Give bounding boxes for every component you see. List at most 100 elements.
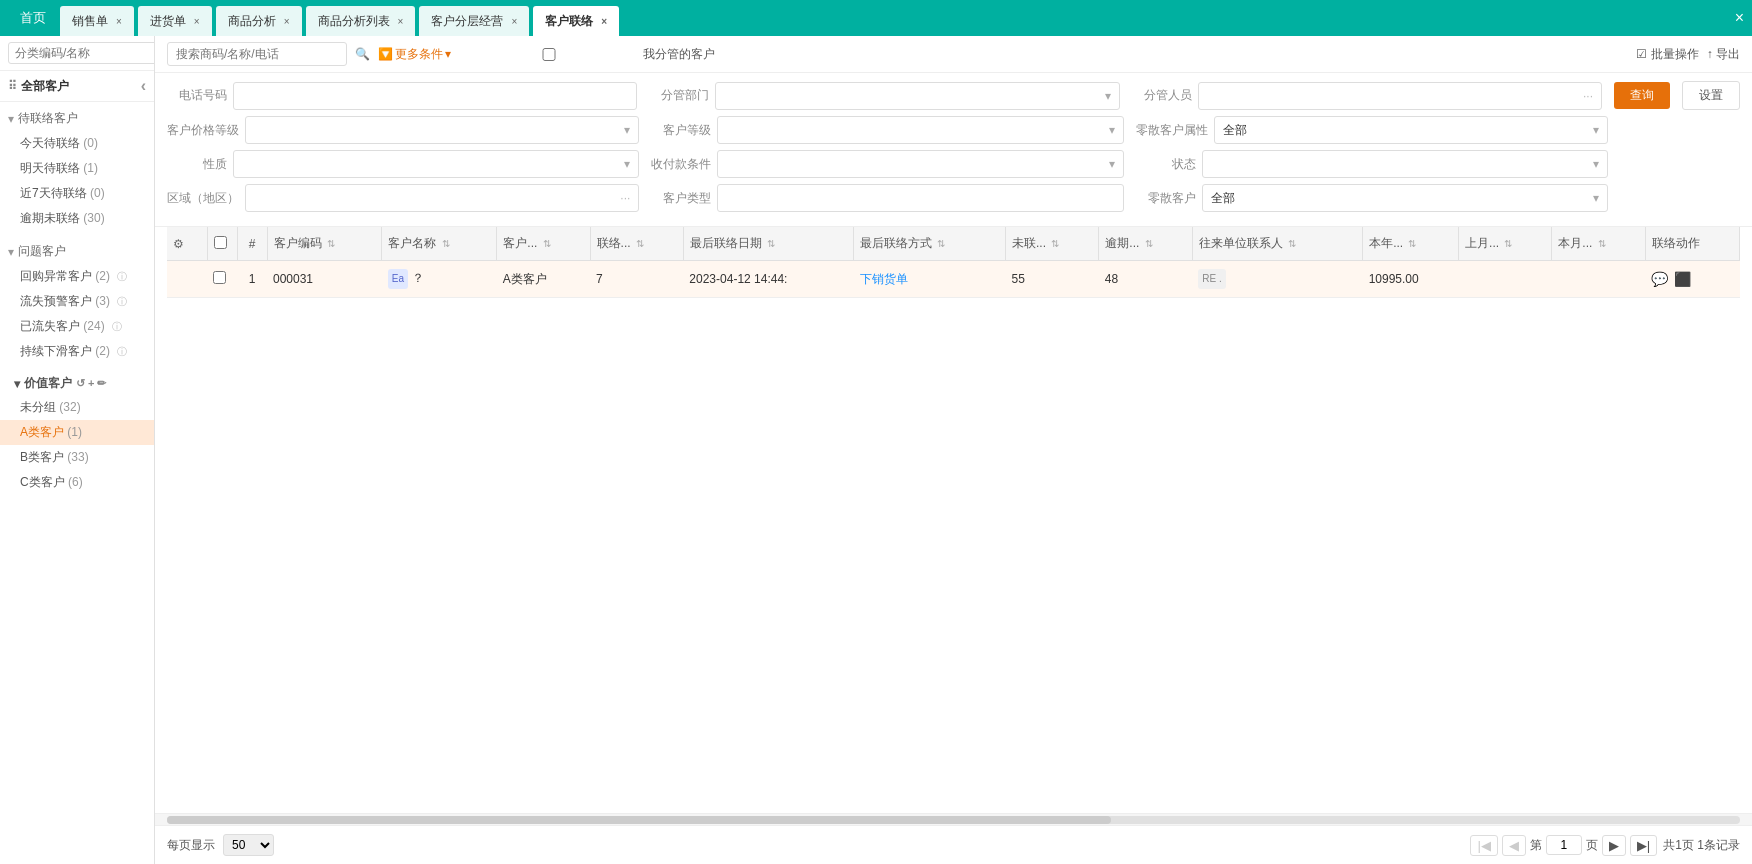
col-checkbox [207, 227, 237, 261]
action-message-icon[interactable]: 💬 [1651, 271, 1668, 287]
filter-nature-select[interactable]: ▾ [233, 150, 639, 178]
cell-this-month [1552, 261, 1645, 298]
value-customers-title[interactable]: ▾ 价值客户 ↺ + ✏ [0, 372, 154, 395]
sidebar-item-declining[interactable]: 持续下滑客户 (2) ⓘ [0, 339, 154, 364]
col-last-contact-way[interactable]: 最后联络方式 ⇅ [854, 227, 1006, 261]
page-size-select[interactable]: 50 100 200 [223, 834, 274, 856]
filter-status-select[interactable]: ▾ [1202, 150, 1608, 178]
filter-retail-attr: 零散客户属性 全部▾ [1136, 116, 1608, 144]
tab-close-sales[interactable]: × [116, 16, 122, 27]
settings-gear-icon[interactable]: ⚙ [173, 237, 184, 251]
filter-retail-attr-select[interactable]: 全部▾ [1214, 116, 1608, 144]
cell-last-date: 2023-04-12 14:44: [683, 261, 853, 298]
filter-payment-select[interactable]: ▾ [717, 150, 1123, 178]
tab-close-customer-segment[interactable]: × [511, 16, 517, 27]
my-customers-checkbox[interactable] [459, 48, 639, 61]
batch-op-button[interactable]: ☑ 批量操作 [1636, 46, 1698, 63]
setting-button[interactable]: 设置 [1682, 81, 1740, 110]
sidebar-item-unclassified[interactable]: 未分组 (32) [0, 395, 154, 420]
col-contacts[interactable]: 往来单位联系人 ⇅ [1192, 227, 1363, 261]
problem-customers-group: ▾ 问题客户 回购异常客户 (2) ⓘ 流失预警客户 (3) ⓘ 已流失客户 (… [0, 235, 154, 368]
filter-manager-input[interactable]: ··· [1198, 82, 1602, 110]
action-qr-icon[interactable]: ⬛ [1674, 271, 1691, 287]
cell-checkbox[interactable] [207, 261, 237, 298]
query-button[interactable]: 查询 [1614, 82, 1670, 109]
main-search-icon[interactable]: 🔍 [355, 47, 370, 61]
last-page-button[interactable]: ▶| [1630, 835, 1657, 856]
sidebar-item-7days[interactable]: 近7天待联络 (0) [0, 181, 154, 206]
cell-action: 💬 ⬛ [1645, 261, 1739, 298]
info-icon-0: ⓘ [117, 271, 127, 282]
col-last-month[interactable]: 上月... ⇅ [1459, 227, 1552, 261]
filter-row-1: 电话号码 分管部门 ▾ 分管人员 ··· 查询 设置 [167, 81, 1740, 110]
row-checkbox[interactable] [213, 271, 226, 284]
edit-group-icon[interactable]: ✏ [97, 377, 106, 390]
tab-customer-contact[interactable]: 客户联络 × [533, 6, 619, 36]
col-num: # [237, 227, 267, 261]
filter-customer-level-select[interactable]: ▾ [717, 116, 1123, 144]
tab-close-customer-contact[interactable]: × [601, 16, 607, 27]
sidebar-item-tomorrow[interactable]: 明天待联络 (1) [0, 156, 154, 181]
sidebar-item-class-b[interactable]: B类客户 (33) [0, 445, 154, 470]
tab-purchase[interactable]: 进货单 × [138, 6, 212, 36]
problem-customers-title[interactable]: ▾ 问题客户 [0, 239, 154, 264]
col-name[interactable]: 客户名称 ⇅ [382, 227, 497, 261]
filter-phone-input[interactable] [233, 82, 637, 110]
refresh-icon[interactable]: ↺ [76, 377, 85, 390]
filter-retail-select[interactable]: 全部▾ [1202, 184, 1608, 212]
export-button[interactable]: ↑ 导出 [1707, 46, 1740, 63]
filter-customer-type: 客户类型 [651, 184, 1123, 212]
tab-close-product-analysis-list[interactable]: × [398, 16, 404, 27]
col-overdue[interactable]: 逾期... ⇅ [1099, 227, 1192, 261]
sidebar-item-repurchase-abnormal[interactable]: 回购异常客户 (2) ⓘ [0, 264, 154, 289]
tab-sales[interactable]: 销售单 × [60, 6, 134, 36]
close-all-button[interactable]: × [1735, 9, 1744, 27]
tab-customer-segment[interactable]: 客户分层经营 × [419, 6, 529, 36]
last-way-link[interactable]: 下销货单 [860, 272, 908, 286]
main-search-input[interactable] [167, 42, 347, 66]
col-code[interactable]: 客户编码 ⇅ [267, 227, 382, 261]
page-navigation: |◀ ◀ 第 页 ▶ ▶| [1470, 835, 1657, 856]
first-page-button[interactable]: |◀ [1470, 835, 1497, 856]
sidebar-item-churn-warning[interactable]: 流失预警客户 (3) ⓘ [0, 289, 154, 314]
col-settings[interactable]: ⚙ [167, 227, 207, 261]
filter-region-input[interactable]: ··· [245, 184, 639, 212]
select-all-checkbox[interactable] [214, 236, 227, 249]
tab-product-analysis-list[interactable]: 商品分析列表 × [306, 6, 416, 36]
col-this-year[interactable]: 本年... ⇅ [1363, 227, 1459, 261]
sidebar-item-class-a[interactable]: A类客户 (1) [0, 420, 154, 445]
filter-customer-type-input[interactable] [717, 184, 1123, 212]
my-customers-checkbox-label[interactable]: 我分管的客户 [459, 46, 715, 63]
collapse-all-customers[interactable]: ‹ [141, 77, 146, 95]
col-customer-type[interactable]: 客户... ⇅ [497, 227, 590, 261]
prev-page-button[interactable]: ◀ [1502, 835, 1526, 856]
filter-row-4: 区域（地区） ··· 客户类型 零散客户 全部▾ [167, 184, 1740, 212]
filter-dept-select[interactable]: ▾ [715, 82, 1119, 110]
sidebar-search-input[interactable] [8, 42, 155, 64]
page-number-input[interactable] [1546, 835, 1582, 855]
all-customers-header[interactable]: ⠿ 全部客户 ‹ [0, 71, 154, 102]
col-contact-count[interactable]: 联络... ⇅ [590, 227, 683, 261]
col-last-contact-date[interactable]: 最后联络日期 ⇅ [683, 227, 853, 261]
col-not-contacted[interactable]: 未联... ⇅ [1006, 227, 1099, 261]
tab-close-purchase[interactable]: × [194, 16, 200, 27]
more-filters-button[interactable]: 🔽 更多条件 ▾ [378, 46, 451, 63]
col-action: 联络动作 [1645, 227, 1739, 261]
footer-right: |◀ ◀ 第 页 ▶ ▶| 共1页 1条记录 [1470, 835, 1740, 856]
add-group-icon[interactable]: + [88, 377, 94, 390]
filter-phone: 电话号码 [167, 82, 637, 110]
filter-price-level-select[interactable]: ▾ [245, 116, 639, 144]
sidebar-item-today[interactable]: 今天待联络 (0) [0, 131, 154, 156]
filter-payment: 收付款条件 ▾ [651, 150, 1123, 178]
value-customers-actions: ↺ + ✏ [76, 377, 106, 390]
next-page-button[interactable]: ▶ [1602, 835, 1626, 856]
horizontal-scrollbar[interactable] [155, 813, 1752, 825]
sidebar-item-class-c[interactable]: C类客户 (6) [0, 470, 154, 495]
tab-product-analysis[interactable]: 商品分析 × [216, 6, 302, 36]
tab-close-product-analysis[interactable]: × [284, 16, 290, 27]
home-tab[interactable]: 首页 [8, 9, 58, 27]
sidebar-item-overdue[interactable]: 逾期未联络 (30) [0, 206, 154, 231]
pending-contact-title[interactable]: ▾ 待联络客户 [0, 106, 154, 131]
col-this-month[interactable]: 本月... ⇅ [1552, 227, 1645, 261]
sidebar-item-churned[interactable]: 已流失客户 (24) ⓘ [0, 314, 154, 339]
